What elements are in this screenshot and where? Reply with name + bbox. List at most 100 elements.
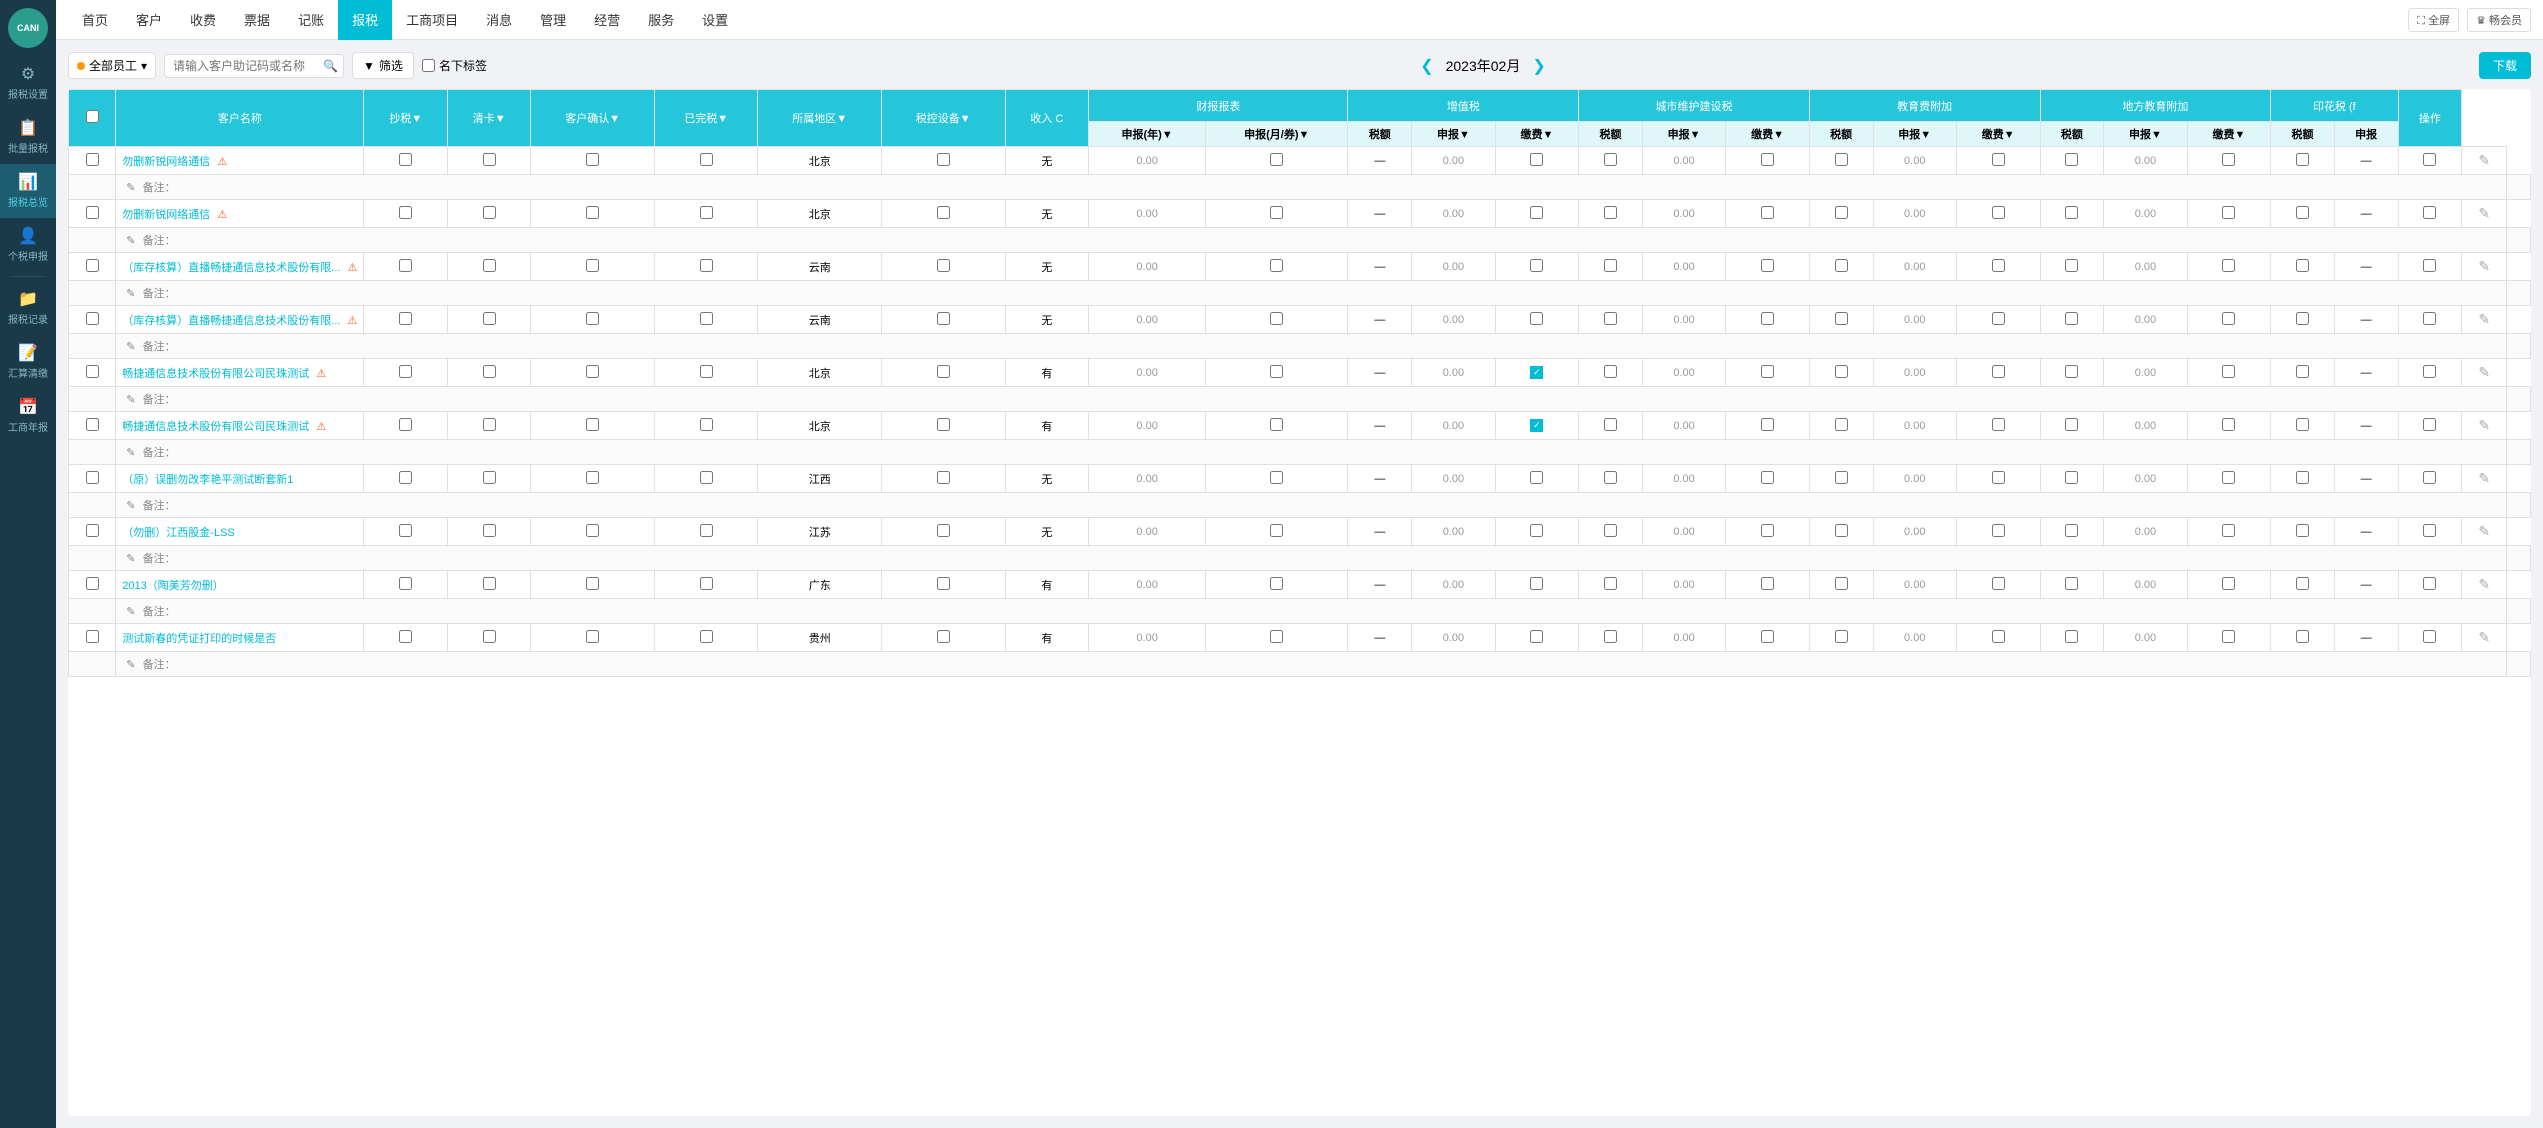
- cell-declared[interactable]: [654, 624, 758, 652]
- edit-icon[interactable]: ✎: [2478, 417, 2490, 433]
- member-btn[interactable]: ♛ 畅会员: [2467, 8, 2531, 32]
- cell-stamp-declare[interactable]: [2398, 200, 2462, 228]
- cell-vat-waiver[interactable]: [1579, 359, 1643, 387]
- filter-btn[interactable]: ▼ 筛选: [352, 52, 414, 79]
- cell-confirm[interactable]: [531, 306, 655, 334]
- cell-fin-year[interactable]: [1206, 253, 1348, 281]
- cell-clear-card[interactable]: [447, 359, 531, 387]
- cell-confirm[interactable]: [531, 412, 655, 440]
- cell-vat-declare[interactable]: ✓: [1495, 359, 1579, 387]
- cell-copy-tax[interactable]: [364, 200, 448, 228]
- sidebar-item-tax-settings[interactable]: ⚙ 报税设置: [0, 56, 56, 110]
- th-local-declare[interactable]: 申报▼: [2104, 122, 2188, 147]
- cell-copy-tax[interactable]: [364, 253, 448, 281]
- prev-period-btn[interactable]: ❮: [1420, 56, 1433, 76]
- edit-icon[interactable]: ✎: [2478, 364, 2490, 380]
- cell-stamp-declare[interactable]: [2398, 359, 2462, 387]
- cell-local-declare[interactable]: [2187, 624, 2271, 652]
- cell-clear-card[interactable]: [447, 200, 531, 228]
- cell-city-declare[interactable]: [1726, 518, 1810, 546]
- cell-equipment[interactable]: [881, 571, 1005, 599]
- th-edu-waiver[interactable]: 缴费▼: [1957, 122, 2041, 147]
- cell-clear-card[interactable]: [447, 147, 531, 175]
- sidebar-item-annual-report[interactable]: 📅 工商年报: [0, 389, 56, 443]
- cell-city-waiver[interactable]: [1809, 571, 1873, 599]
- cell-city-declare[interactable]: [1726, 200, 1810, 228]
- cell-declared[interactable]: [654, 465, 758, 493]
- company-name-link[interactable]: 2013（陶美芳勿删）: [122, 580, 223, 592]
- th-edu-declare[interactable]: 申报▼: [1873, 122, 1957, 147]
- nav-tax[interactable]: 报税: [338, 0, 392, 40]
- note-edit-icon[interactable]: ✎: [126, 235, 135, 247]
- cell-fin-year[interactable]: [1206, 147, 1348, 175]
- cell-edu-declare[interactable]: [1957, 571, 2041, 599]
- cell-edu-waiver[interactable]: [2040, 571, 2104, 599]
- cell-fin-year[interactable]: [1206, 359, 1348, 387]
- cell-city-waiver[interactable]: [1809, 306, 1873, 334]
- th-vat-waiver[interactable]: 缴费▼: [1495, 122, 1579, 147]
- nav-message[interactable]: 消息: [472, 0, 526, 40]
- edit-icon[interactable]: ✎: [2478, 152, 2490, 168]
- cell-stamp-declare[interactable]: [2398, 518, 2462, 546]
- cell-vat-waiver[interactable]: [1579, 412, 1643, 440]
- cell-equipment[interactable]: [881, 200, 1005, 228]
- cell-checkbox[interactable]: [69, 253, 116, 281]
- cell-stamp-declare[interactable]: [2398, 465, 2462, 493]
- edit-icon[interactable]: ✎: [2478, 311, 2490, 327]
- cell-local-waiver[interactable]: [2271, 147, 2335, 175]
- cell-fin-year[interactable]: [1206, 465, 1348, 493]
- cell-fin-year[interactable]: [1206, 412, 1348, 440]
- note-edit-icon[interactable]: ✎: [126, 182, 135, 194]
- cell-local-waiver[interactable]: [2271, 624, 2335, 652]
- cell-equipment[interactable]: [881, 518, 1005, 546]
- cell-copy-tax[interactable]: [364, 359, 448, 387]
- cell-declared[interactable]: [654, 200, 758, 228]
- note-edit-icon[interactable]: ✎: [126, 553, 135, 565]
- cell-vat-waiver[interactable]: [1579, 465, 1643, 493]
- cell-local-declare[interactable]: [2187, 518, 2271, 546]
- next-period-btn[interactable]: ❯: [1532, 56, 1545, 76]
- cell-edu-waiver[interactable]: [2040, 412, 2104, 440]
- th-vat-declare[interactable]: 申报▼: [1412, 122, 1496, 147]
- cell-edu-waiver[interactable]: [2040, 465, 2104, 493]
- cell-vat-declare[interactable]: [1495, 253, 1579, 281]
- sidebar-item-summary[interactable]: 📝 汇算清缴: [0, 335, 56, 389]
- cell-checkbox[interactable]: [69, 465, 116, 493]
- cell-clear-card[interactable]: [447, 624, 531, 652]
- th-local-waiver[interactable]: 缴费▼: [2187, 122, 2271, 147]
- company-name-link[interactable]: （勿删）江西股金-LSS: [122, 527, 234, 539]
- cell-declared[interactable]: [654, 359, 758, 387]
- company-name-link[interactable]: （原）误删勿改李艳平测试断套新1: [122, 474, 293, 486]
- cell-city-declare[interactable]: [1726, 465, 1810, 493]
- cell-city-waiver[interactable]: [1809, 624, 1873, 652]
- cell-vat-declare[interactable]: ✓: [1495, 412, 1579, 440]
- cell-edu-waiver[interactable]: [2040, 518, 2104, 546]
- nav-settings[interactable]: 设置: [688, 0, 742, 40]
- cell-local-declare[interactable]: [2187, 200, 2271, 228]
- cell-edit[interactable]: ✎: [2462, 624, 2507, 652]
- th-equipment[interactable]: 税控设备▼: [881, 90, 1005, 147]
- cell-fin-year[interactable]: [1206, 200, 1348, 228]
- nav-industry[interactable]: 工商项目: [392, 0, 472, 40]
- data-table-wrapper[interactable]: 客户名称 抄税▼ 清卡▼ 客户确认▼ 已完税▼ 所属地区▼ 税控设备▼ 收入 C…: [68, 89, 2531, 1116]
- sidebar-item-tax-declare[interactable]: 📊 报税总览: [0, 164, 56, 218]
- cell-declared[interactable]: [654, 412, 758, 440]
- cell-edu-declare[interactable]: [1957, 147, 2041, 175]
- note-edit-icon[interactable]: ✎: [126, 606, 135, 618]
- cell-edit[interactable]: ✎: [2462, 147, 2507, 175]
- cell-vat-declare[interactable]: [1495, 571, 1579, 599]
- nav-operations[interactable]: 经营: [580, 0, 634, 40]
- th-clear-card[interactable]: 清卡▼: [447, 90, 531, 147]
- cell-edu-declare[interactable]: [1957, 465, 2041, 493]
- edit-icon[interactable]: ✎: [2478, 258, 2490, 274]
- cell-clear-card[interactable]: [447, 253, 531, 281]
- sidebar-item-declare-record[interactable]: 📁 报税记录: [0, 281, 56, 335]
- nav-home[interactable]: 首页: [68, 0, 122, 40]
- download-btn[interactable]: 下载: [2479, 52, 2531, 79]
- cell-city-declare[interactable]: [1726, 571, 1810, 599]
- nav-invoice[interactable]: 票据: [230, 0, 284, 40]
- cell-vat-declare[interactable]: [1495, 200, 1579, 228]
- cell-city-waiver[interactable]: [1809, 465, 1873, 493]
- cell-fin-year[interactable]: [1206, 571, 1348, 599]
- cell-stamp-declare[interactable]: [2398, 306, 2462, 334]
